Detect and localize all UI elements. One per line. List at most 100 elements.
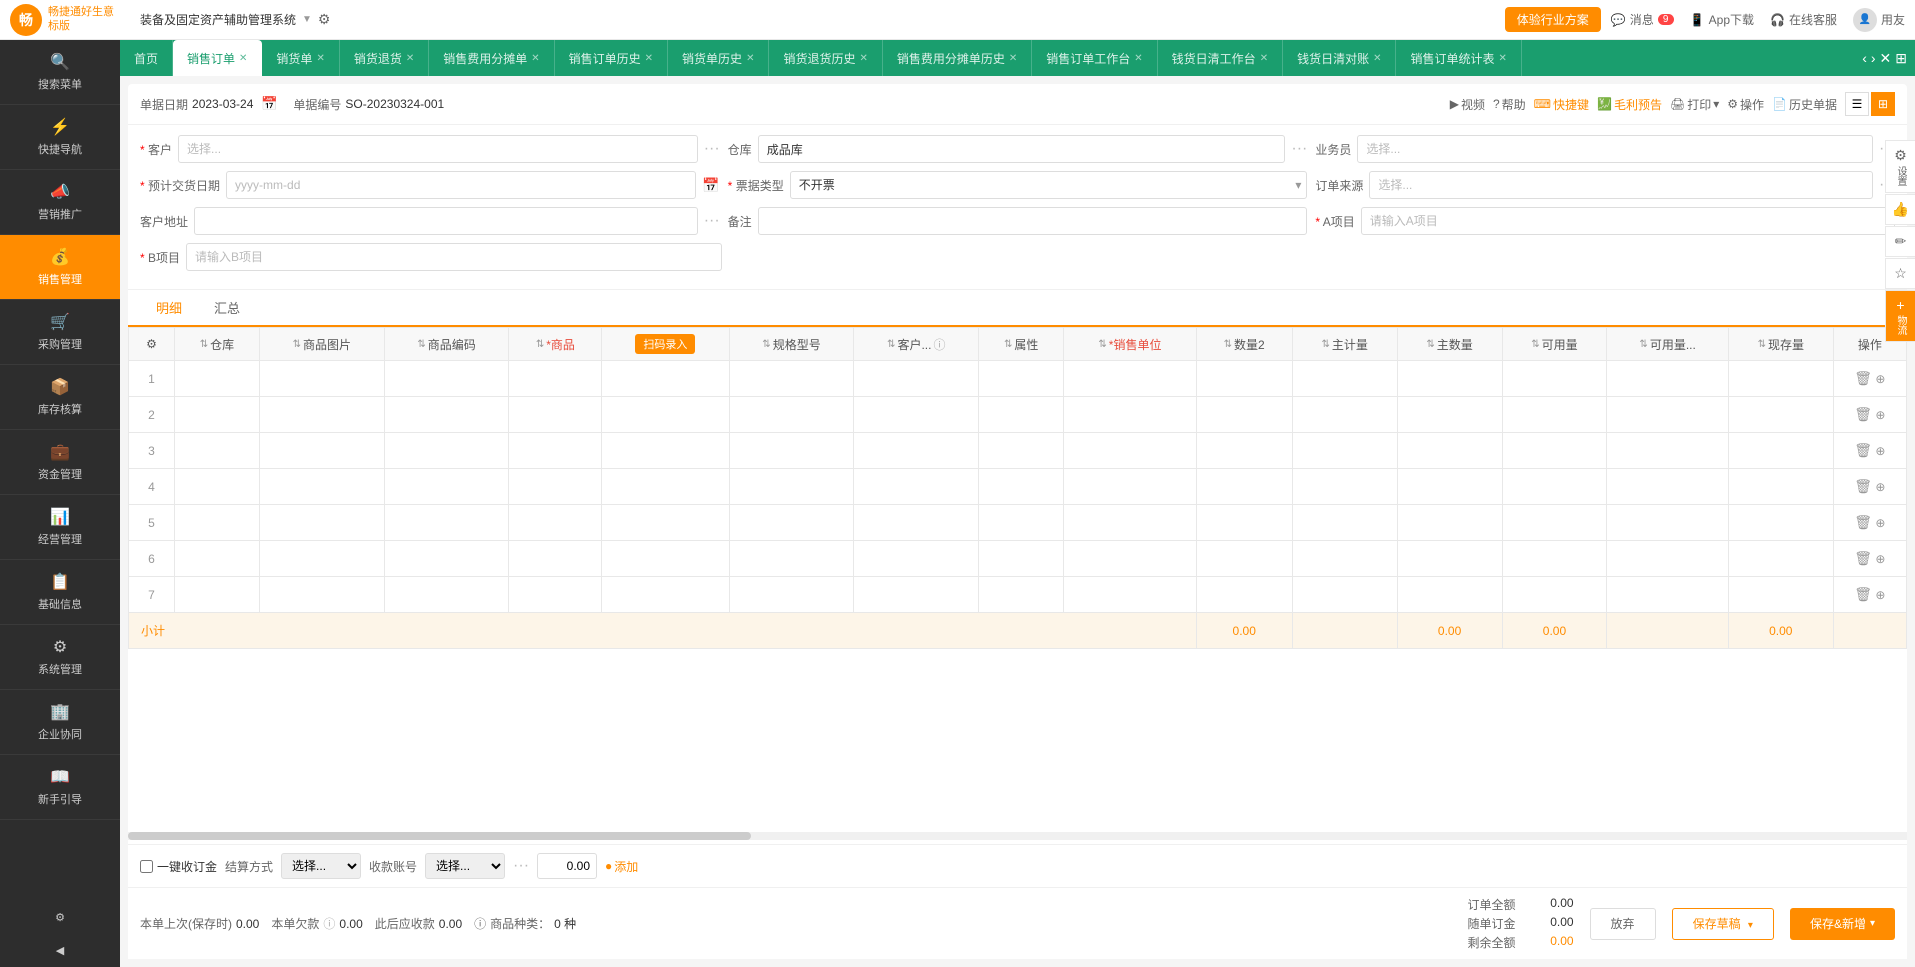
sidebar-item-sales[interactable]: 💰 销售管理 xyxy=(0,235,120,300)
cell-stock-7[interactable] xyxy=(1728,577,1833,613)
warehouse-input[interactable] xyxy=(758,135,1286,163)
tab-summary[interactable]: 汇总 xyxy=(198,290,256,327)
operation-btn[interactable]: ⚙ 操作 xyxy=(1727,96,1764,113)
cell-avail2-2[interactable] xyxy=(1607,397,1728,433)
cell-code-7[interactable] xyxy=(384,577,509,613)
sort-icon[interactable]: ⇅ xyxy=(1098,339,1106,350)
cell-unit-7[interactable] xyxy=(1064,577,1196,613)
rfp-material-btn[interactable]: + 物流 xyxy=(1885,290,1915,342)
cell-spec-1[interactable] xyxy=(729,361,854,397)
app-download-btn[interactable]: 📱 App下载 xyxy=(1690,11,1754,28)
sidebar-item-operations[interactable]: 📊 经营管理 xyxy=(0,495,120,560)
user-area[interactable]: 👤 用友 xyxy=(1853,8,1905,32)
cell-warehouse-4[interactable] xyxy=(174,469,259,505)
tab-order-history[interactable]: 销售订单历史 ✕ xyxy=(555,40,668,76)
cell-attr-3[interactable] xyxy=(979,433,1064,469)
order-source-input[interactable] xyxy=(1369,171,1873,199)
account-more-btn[interactable]: ··· xyxy=(513,857,529,875)
tab-close-icon[interactable]: ✕ xyxy=(531,53,539,64)
tab-close-icon[interactable]: ✕ xyxy=(316,53,324,64)
grid-view-btn[interactable]: ⊞ xyxy=(1871,92,1895,116)
cell-attr-2[interactable] xyxy=(979,397,1064,433)
cell-custcode-3[interactable] xyxy=(854,433,979,469)
tab-return-history[interactable]: 销货退货历史 ✕ xyxy=(769,40,882,76)
cell-qty2-1[interactable] xyxy=(1196,361,1292,397)
tab-sales-order[interactable]: 销售订单 ✕ xyxy=(173,40,262,76)
scan-input-btn[interactable]: 扫码录入 xyxy=(635,334,695,354)
cell-code-5[interactable] xyxy=(384,505,509,541)
customer-input[interactable] xyxy=(178,135,698,163)
cell-qty2-7[interactable] xyxy=(1196,577,1292,613)
rfp-edit-btn[interactable]: ✏ xyxy=(1885,226,1915,257)
staff-input[interactable] xyxy=(1357,135,1873,163)
tab-close-icon[interactable]: ✕ xyxy=(1373,53,1381,64)
cell-mainunit-7[interactable] xyxy=(1292,577,1397,613)
cell-mainqty-7[interactable] xyxy=(1397,577,1502,613)
cell-custcode-4[interactable] xyxy=(854,469,979,505)
cell-stock-3[interactable] xyxy=(1728,433,1833,469)
tab-close-icon[interactable]: ✕ xyxy=(1260,53,1268,64)
cell-mainunit-6[interactable] xyxy=(1292,541,1397,577)
delete-row-btn-2[interactable]: 🗑 xyxy=(1854,406,1872,423)
cell-attr-5[interactable] xyxy=(979,505,1064,541)
tab-expand-btn[interactable]: ⊞ xyxy=(1895,50,1907,67)
system-dropdown-btn[interactable]: ▼ xyxy=(302,14,312,25)
tab-close-icon[interactable]: ✕ xyxy=(645,53,653,64)
cell-mainunit-5[interactable] xyxy=(1292,505,1397,541)
sidebar-gear-btn[interactable]: ⚙ xyxy=(0,901,120,934)
message-btn[interactable]: 💬 消息 9 xyxy=(1611,11,1674,28)
help-btn[interactable]: ? 帮助 xyxy=(1493,96,1526,113)
cell-qty2-3[interactable] xyxy=(1196,433,1292,469)
sidebar-item-guide[interactable]: 📖 新手引导 xyxy=(0,755,120,820)
cell-qty2-4[interactable] xyxy=(1196,469,1292,505)
customer-more-btn[interactable]: ··· xyxy=(704,140,720,158)
system-gear-btn[interactable]: ⚙ xyxy=(318,11,331,28)
sidebar-item-search[interactable]: 🔍 搜索菜单 xyxy=(0,40,120,105)
sort-icon[interactable]: ⇅ xyxy=(1004,339,1012,350)
sidebar-item-purchase[interactable]: 🛒 采购管理 xyxy=(0,300,120,365)
cell-warehouse-3[interactable] xyxy=(174,433,259,469)
cell-image-7[interactable] xyxy=(259,577,384,613)
cell-avail2-3[interactable] xyxy=(1607,433,1728,469)
cell-unit-5[interactable] xyxy=(1064,505,1196,541)
sort-icon[interactable]: ⇅ xyxy=(1321,339,1329,350)
sort-icon[interactable]: ⇅ xyxy=(200,339,208,350)
sidebar-item-marketing[interactable]: 📣 营销推广 xyxy=(0,170,120,235)
cell-image-4[interactable] xyxy=(259,469,384,505)
cell-scan-2[interactable] xyxy=(602,397,729,433)
cell-scan-1[interactable] xyxy=(602,361,729,397)
sidebar-item-enterprise[interactable]: 🏢 企业协同 xyxy=(0,690,120,755)
tab-sales-stats[interactable]: 销售订单统计表 ✕ xyxy=(1396,40,1521,76)
quick-settle-check[interactable] xyxy=(140,860,153,873)
rfp-settings-btn[interactable]: ⚙ 设置 xyxy=(1885,140,1915,193)
cell-mainqty-4[interactable] xyxy=(1397,469,1502,505)
copy-row-btn-3[interactable]: ⊕ xyxy=(1875,444,1885,458)
list-view-btn[interactable]: ☰ xyxy=(1845,92,1869,116)
tab-close-icon[interactable]: ✕ xyxy=(406,53,414,64)
tab-sales-return-goods[interactable]: 销货退货 ✕ xyxy=(340,40,429,76)
cell-warehouse-7[interactable] xyxy=(174,577,259,613)
cell-avail2-6[interactable] xyxy=(1607,541,1728,577)
cell-avail-3[interactable] xyxy=(1502,433,1607,469)
delete-row-btn-7[interactable]: 🗑 xyxy=(1854,586,1872,603)
profit-btn[interactable]: 💹 毛利预告 xyxy=(1597,96,1662,113)
history-btn[interactable]: 📄 历史单据 xyxy=(1772,96,1837,113)
cell-scan-4[interactable] xyxy=(602,469,729,505)
cell-mainunit-2[interactable] xyxy=(1292,397,1397,433)
sort-icon[interactable]: ⇅ xyxy=(1531,339,1539,350)
cell-code-2[interactable] xyxy=(384,397,509,433)
cell-avail-1[interactable] xyxy=(1502,361,1607,397)
scroll-thumb[interactable] xyxy=(128,832,751,840)
cell-mainqty-2[interactable] xyxy=(1397,397,1502,433)
cell-product-6[interactable] xyxy=(509,541,602,577)
copy-row-btn-4[interactable]: ⊕ xyxy=(1875,480,1885,494)
sort-icon[interactable]: ⇅ xyxy=(417,339,425,350)
cell-mainqty-6[interactable] xyxy=(1397,541,1502,577)
cell-product-5[interactable] xyxy=(509,505,602,541)
sort-icon[interactable]: ⇅ xyxy=(1224,339,1232,350)
date-calendar-btn[interactable]: 📅 xyxy=(257,92,281,116)
tab-close-icon[interactable]: ✕ xyxy=(1009,53,1017,64)
tab-next-btn[interactable]: › xyxy=(1871,50,1876,66)
print-btn[interactable]: 🖨 打印 ▾ xyxy=(1670,96,1719,113)
cell-code-6[interactable] xyxy=(384,541,509,577)
